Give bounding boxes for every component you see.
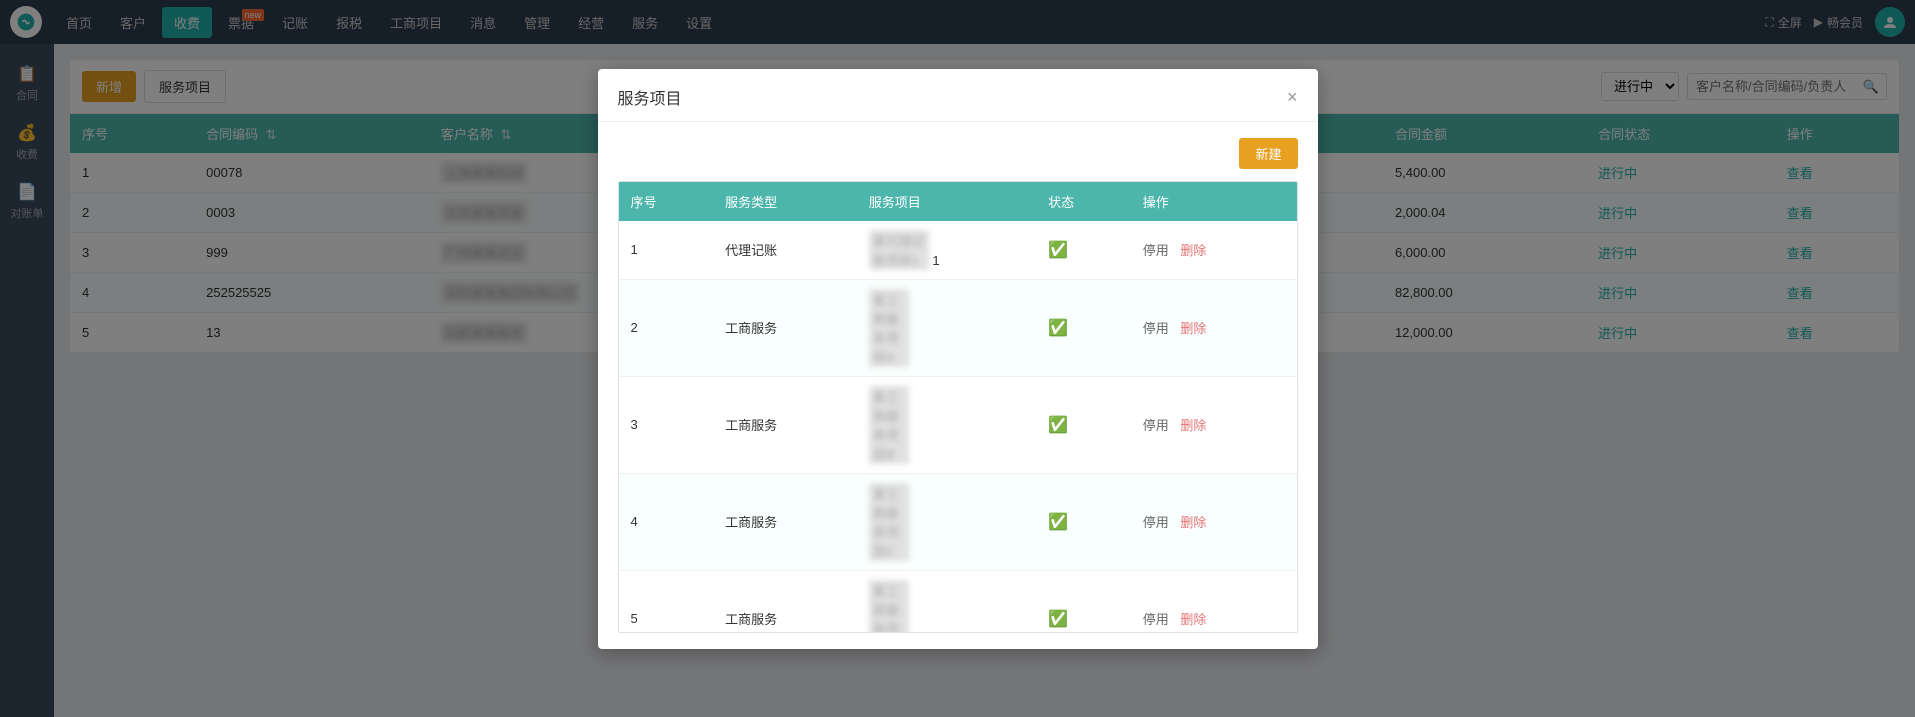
modal-cell-item: 某工商服务项目A bbox=[857, 279, 1036, 376]
modal-cell-item: 某代理记账项目1 1 bbox=[857, 221, 1036, 280]
modal-cell-seq: 3 bbox=[619, 376, 714, 473]
modal-cell-action[interactable]: 停用 删除 bbox=[1131, 473, 1297, 570]
modal-cell-type: 代理记账 bbox=[713, 221, 857, 280]
modal-col-item: 服务项目 bbox=[857, 182, 1036, 221]
modal-cell-action[interactable]: 停用 删除 bbox=[1131, 221, 1297, 280]
modal-cell-type: 工商服务 bbox=[713, 279, 857, 376]
stop-button[interactable]: 停用 bbox=[1143, 612, 1169, 627]
delete-button[interactable]: 删除 bbox=[1180, 612, 1206, 627]
modal-table-row: 1 代理记账 某代理记账项目1 1 ✅ 停用 删除 bbox=[619, 221, 1297, 280]
modal-cell-type: 工商服务 bbox=[713, 376, 857, 473]
modal-overlay[interactable]: 服务项目 × 新建 序号 服务类型 服务项目 状态 操作 bbox=[0, 0, 1915, 717]
modal-table-wrapper[interactable]: 序号 服务类型 服务项目 状态 操作 1 代理记账 某代理记账项目1 1 ✅ 停… bbox=[618, 181, 1298, 633]
modal-cell-status: ✅ bbox=[1036, 570, 1131, 633]
delete-button[interactable]: 删除 bbox=[1180, 321, 1206, 336]
modal-header: 服务项目 × bbox=[598, 69, 1318, 122]
modal-table-row: 3 工商服务 某工商服务项目B ✅ 停用 删除 bbox=[619, 376, 1297, 473]
modal-cell-item: 某工商服务项目C bbox=[857, 473, 1036, 570]
modal-cell-seq: 4 bbox=[619, 473, 714, 570]
modal-cell-status: ✅ bbox=[1036, 376, 1131, 473]
stop-button[interactable]: 停用 bbox=[1143, 418, 1169, 433]
modal-title: 服务项目 bbox=[618, 85, 682, 109]
modal-cell-seq: 5 bbox=[619, 570, 714, 633]
delete-button[interactable]: 删除 bbox=[1180, 515, 1206, 530]
modal-service-table: 序号 服务类型 服务项目 状态 操作 1 代理记账 某代理记账项目1 1 ✅ 停… bbox=[619, 182, 1297, 633]
stop-button[interactable]: 停用 bbox=[1143, 321, 1169, 336]
modal-cell-action[interactable]: 停用 删除 bbox=[1131, 570, 1297, 633]
modal-col-seq: 序号 bbox=[619, 182, 714, 221]
modal-cell-seq: 1 bbox=[619, 221, 714, 280]
modal-col-type: 服务类型 bbox=[713, 182, 857, 221]
modal-cell-status: ✅ bbox=[1036, 473, 1131, 570]
service-modal: 服务项目 × 新建 序号 服务类型 服务项目 状态 操作 bbox=[598, 69, 1318, 649]
modal-table-row: 5 工商服务 某工商服务项目D ✅ 停用 删除 bbox=[619, 570, 1297, 633]
modal-toolbar: 新建 bbox=[618, 138, 1298, 169]
modal-body: 新建 序号 服务类型 服务项目 状态 操作 1 代理记账 bbox=[598, 122, 1318, 649]
modal-table-row: 2 工商服务 某工商服务项目A ✅ 停用 删除 bbox=[619, 279, 1297, 376]
modal-table-row: 4 工商服务 某工商服务项目C ✅ 停用 删除 bbox=[619, 473, 1297, 570]
modal-cell-action[interactable]: 停用 删除 bbox=[1131, 279, 1297, 376]
modal-cell-item: 某工商服务项目B bbox=[857, 376, 1036, 473]
modal-cell-item: 某工商服务项目D bbox=[857, 570, 1036, 633]
modal-cell-status: ✅ bbox=[1036, 221, 1131, 280]
modal-new-button[interactable]: 新建 bbox=[1239, 138, 1297, 169]
modal-cell-status: ✅ bbox=[1036, 279, 1131, 376]
delete-button[interactable]: 删除 bbox=[1180, 243, 1206, 258]
modal-cell-type: 工商服务 bbox=[713, 473, 857, 570]
stop-button[interactable]: 停用 bbox=[1143, 515, 1169, 530]
modal-cell-seq: 2 bbox=[619, 279, 714, 376]
stop-button[interactable]: 停用 bbox=[1143, 243, 1169, 258]
modal-col-action: 操作 bbox=[1131, 182, 1297, 221]
modal-close-button[interactable]: × bbox=[1287, 88, 1298, 106]
modal-col-status: 状态 bbox=[1036, 182, 1131, 221]
delete-button[interactable]: 删除 bbox=[1180, 418, 1206, 433]
modal-cell-type: 工商服务 bbox=[713, 570, 857, 633]
modal-cell-action[interactable]: 停用 删除 bbox=[1131, 376, 1297, 473]
